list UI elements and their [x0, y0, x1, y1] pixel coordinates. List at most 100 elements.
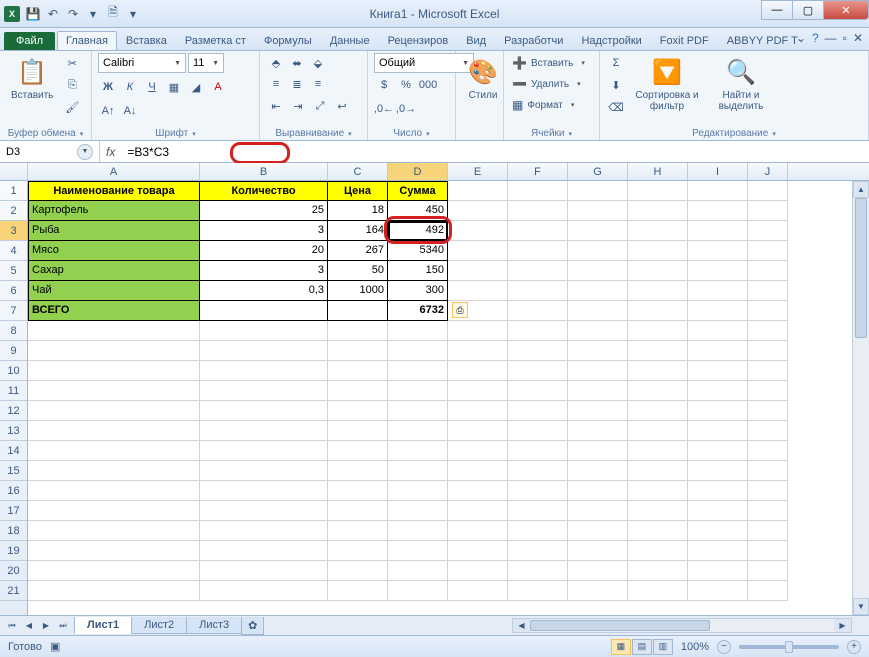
cell-G21[interactable] [568, 581, 628, 601]
cell-J2[interactable] [748, 201, 788, 221]
cell-E17[interactable] [448, 501, 508, 521]
cell-H8[interactable] [628, 321, 688, 341]
fill-icon[interactable]: ⬇ [606, 75, 626, 95]
select-all-corner[interactable] [0, 163, 28, 180]
cell-B14[interactable] [200, 441, 328, 461]
cell-A5[interactable]: Сахар [28, 261, 200, 281]
cell-E6[interactable] [448, 281, 508, 301]
cell-E19[interactable] [448, 541, 508, 561]
row-header-6[interactable]: 6 [0, 281, 27, 301]
cell-B20[interactable] [200, 561, 328, 581]
qat-dd-icon[interactable]: ▾ [124, 5, 142, 23]
cell-H7[interactable] [628, 301, 688, 321]
copy-icon[interactable]: ⎘ [62, 75, 82, 95]
cell-C21[interactable] [328, 581, 388, 601]
group-clipboard-label[interactable]: Буфер обмена [0, 128, 91, 139]
cell-D1[interactable]: Сумма [388, 181, 448, 201]
cell-E20[interactable] [448, 561, 508, 581]
cell-D20[interactable] [388, 561, 448, 581]
row-header-11[interactable]: 11 [0, 381, 27, 401]
row-header-2[interactable]: 2 [0, 201, 27, 221]
underline-button[interactable]: Ч [142, 77, 162, 97]
cell-J14[interactable] [748, 441, 788, 461]
cell-F3[interactable] [508, 221, 568, 241]
tab-file[interactable]: Файл [4, 32, 55, 50]
cell-I11[interactable] [688, 381, 748, 401]
sheet-nav-last-icon[interactable]: ⏭ [55, 618, 71, 634]
tab-view[interactable]: Вид [457, 31, 495, 50]
find-select-button[interactable]: 🔍 Найти и выделить [708, 53, 774, 115]
cell-C1[interactable]: Цена [328, 181, 388, 201]
cell-C20[interactable] [328, 561, 388, 581]
cell-C6[interactable]: 1000 [328, 281, 388, 301]
cell-F15[interactable] [508, 461, 568, 481]
cell-B3[interactable]: 3 [200, 221, 328, 241]
cell-H5[interactable] [628, 261, 688, 281]
cell-E3[interactable] [448, 221, 508, 241]
col-header-B[interactable]: B [200, 163, 328, 180]
row-header-1[interactable]: 1 [0, 181, 27, 201]
cell-B18[interactable] [200, 521, 328, 541]
font-size-select[interactable]: 11▼ [188, 53, 224, 73]
align-center-icon[interactable]: ≣ [287, 74, 307, 94]
row-header-7[interactable]: 7 [0, 301, 27, 321]
cell-F7[interactable] [508, 301, 568, 321]
cell-D19[interactable] [388, 541, 448, 561]
cell-E8[interactable] [448, 321, 508, 341]
row-header-3[interactable]: 3 [0, 221, 27, 241]
cell-B21[interactable] [200, 581, 328, 601]
new-sheet-button[interactable]: ✿ [241, 617, 264, 635]
currency-icon[interactable]: $ [374, 75, 394, 95]
cell-G13[interactable] [568, 421, 628, 441]
cell-E12[interactable] [448, 401, 508, 421]
cell-D4[interactable]: 5340 [388, 241, 448, 261]
cell-I8[interactable] [688, 321, 748, 341]
cell-E10[interactable] [448, 361, 508, 381]
cell-B9[interactable] [200, 341, 328, 361]
cell-G10[interactable] [568, 361, 628, 381]
row-header-14[interactable]: 14 [0, 441, 27, 461]
cell-I18[interactable] [688, 521, 748, 541]
sheet-nav-first-icon[interactable]: ⏮ [4, 618, 20, 634]
increase-decimal-icon[interactable]: ,0← [374, 99, 394, 119]
cell-F10[interactable] [508, 361, 568, 381]
scroll-right-icon[interactable]: ▶ [834, 619, 851, 632]
view-pagebreak-icon[interactable]: ▥ [653, 639, 673, 655]
cut-icon[interactable]: ✂ [62, 53, 82, 73]
cell-H15[interactable] [628, 461, 688, 481]
cell-C5[interactable]: 50 [328, 261, 388, 281]
cell-J17[interactable] [748, 501, 788, 521]
cell-I3[interactable] [688, 221, 748, 241]
scroll-left-icon[interactable]: ◀ [513, 619, 530, 632]
align-left-icon[interactable]: ≡ [266, 74, 286, 94]
cell-I1[interactable] [688, 181, 748, 201]
print-preview-icon[interactable]: 🗎 [104, 5, 122, 23]
cell-B6[interactable]: 0,3 [200, 281, 328, 301]
tab-data[interactable]: Данные [321, 31, 379, 50]
tab-review[interactable]: Рецензиров [379, 31, 458, 50]
cell-A3[interactable]: Рыба [28, 221, 200, 241]
view-layout-icon[interactable]: ▤ [632, 639, 652, 655]
tab-foxit[interactable]: Foxit PDF [651, 31, 718, 50]
cell-F2[interactable] [508, 201, 568, 221]
cell-H12[interactable] [628, 401, 688, 421]
row-header-18[interactable]: 18 [0, 521, 27, 541]
cell-I5[interactable] [688, 261, 748, 281]
cell-B4[interactable]: 20 [200, 241, 328, 261]
zoom-out-button[interactable]: − [717, 640, 731, 654]
font-color-button[interactable]: A [208, 77, 228, 97]
cell-D14[interactable] [388, 441, 448, 461]
cell-A18[interactable] [28, 521, 200, 541]
cell-J18[interactable] [748, 521, 788, 541]
cell-E14[interactable] [448, 441, 508, 461]
cell-D7[interactable]: 6732 [388, 301, 448, 321]
cell-B1[interactable]: Количество [200, 181, 328, 201]
sort-filter-button[interactable]: 🔽 Сортировка и фильтр [630, 53, 704, 115]
cell-A7[interactable]: ВСЕГО [28, 301, 200, 321]
cell-A9[interactable] [28, 341, 200, 361]
cell-F21[interactable] [508, 581, 568, 601]
cell-J11[interactable] [748, 381, 788, 401]
vertical-scrollbar[interactable]: ▲ ▼ [852, 181, 869, 615]
cell-I21[interactable] [688, 581, 748, 601]
qat-more-icon[interactable]: ▾ [84, 5, 102, 23]
